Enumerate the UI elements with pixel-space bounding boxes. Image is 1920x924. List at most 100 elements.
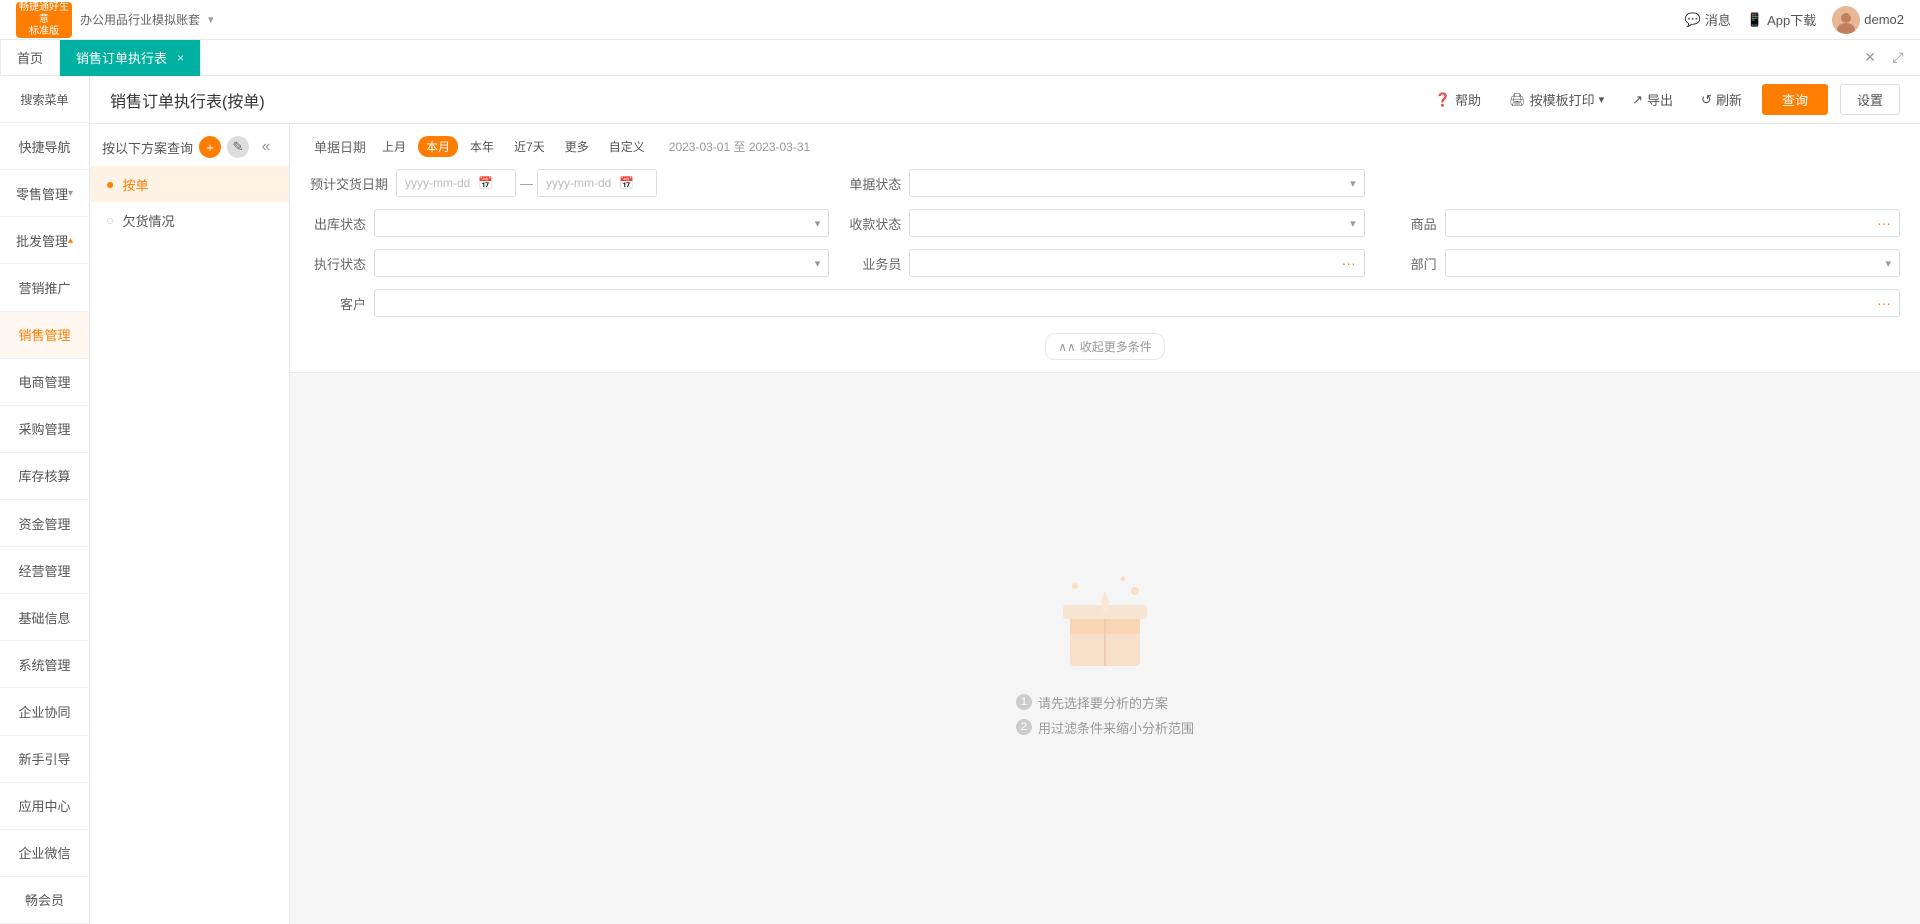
sidebar-item-operation[interactable]: 经营管理 bbox=[0, 547, 89, 594]
salesman-item: 业务员 ··· bbox=[845, 249, 1364, 277]
filter-row-3: 执行状态 ▾ 业务员 ··· bbox=[310, 249, 1900, 277]
logo-text: 畅捷通好生意标准版 bbox=[16, 2, 72, 38]
window-close-button[interactable]: ✕ bbox=[1860, 48, 1880, 68]
left-panel-icons: + ✎ « bbox=[199, 136, 277, 158]
sidebar-item-wholesale[interactable]: 批发管理 ▴ bbox=[0, 217, 89, 264]
sidebar-item-enterprise-wechat[interactable]: 企业微信 bbox=[0, 830, 89, 877]
left-panel: 按以下方案查询 + ✎ « ● 按单 bbox=[90, 124, 290, 924]
edit-scheme-button[interactable]: ✎ bbox=[227, 136, 249, 158]
sidebar-item-quick-nav[interactable]: 快捷导航 bbox=[0, 123, 89, 170]
empty-illustration bbox=[1045, 561, 1165, 681]
filter-row-4: 客户 ··· bbox=[310, 289, 1900, 317]
sidebar-item-member[interactable]: 畅会员 bbox=[0, 877, 89, 924]
receive-status-select[interactable]: ▾ bbox=[909, 209, 1364, 237]
tab-home[interactable]: 首页 bbox=[0, 40, 60, 76]
sidebar-item-enterprise-collab[interactable]: 企业协同 bbox=[0, 688, 89, 735]
scheme-inactive-icon: ○ bbox=[106, 212, 114, 228]
expected-date-end-input[interactable]: yyyy-mm-dd 📅 bbox=[537, 169, 657, 197]
customer-input[interactable]: ··· bbox=[374, 289, 1900, 317]
out-status-select[interactable]: ▾ bbox=[374, 209, 829, 237]
date-tab-last-month[interactable]: 上月 bbox=[374, 136, 414, 157]
add-scheme-button[interactable]: + bbox=[199, 136, 221, 158]
goods-item: 商品 ··· bbox=[1381, 209, 1900, 237]
date-tab-7days[interactable]: 近7天 bbox=[506, 136, 553, 157]
app-title-arrow-icon[interactable]: ▾ bbox=[208, 13, 214, 26]
dept-label: 部门 bbox=[1381, 254, 1437, 273]
query-button[interactable]: 查询 bbox=[1762, 84, 1828, 115]
customer-more-icon: ··· bbox=[1877, 295, 1891, 311]
sidebar-item-search[interactable]: 搜索菜单 bbox=[0, 76, 89, 123]
out-status-label: 出库状态 bbox=[310, 214, 366, 233]
sidebar-item-basic-info[interactable]: 基础信息 bbox=[0, 594, 89, 641]
export-button[interactable]: ↗ 导出 bbox=[1624, 86, 1681, 113]
tab-sales-order-exec[interactable]: 销售订单执行表 × bbox=[60, 40, 201, 76]
out-status-arrow-icon: ▾ bbox=[815, 217, 821, 230]
sidebar-item-app-center[interactable]: 应用中心 bbox=[0, 783, 89, 830]
sidebar-item-finance[interactable]: 资金管理 bbox=[0, 500, 89, 547]
sidebar-item-inventory[interactable]: 库存核算 bbox=[0, 453, 89, 500]
exec-status-select[interactable]: ▾ bbox=[374, 249, 829, 277]
goods-input[interactable]: ··· bbox=[1445, 209, 1900, 237]
date-tab-custom[interactable]: 自定义 bbox=[601, 136, 653, 157]
scheme-item-shortage[interactable]: ○ 欠货情况 bbox=[90, 202, 289, 238]
settings-button[interactable]: 设置 bbox=[1840, 84, 1900, 115]
export-icon: ↗ bbox=[1632, 92, 1643, 108]
refresh-label: 刷新 bbox=[1716, 90, 1742, 109]
chevron-up-icon: ▴ bbox=[68, 235, 73, 246]
help-label: 帮助 bbox=[1455, 90, 1481, 109]
expected-date-start-input[interactable]: yyyy-mm-dd 📅 bbox=[396, 169, 516, 197]
app-download-button[interactable]: 📱 App下载 bbox=[1747, 10, 1816, 29]
export-label: 导出 bbox=[1647, 90, 1673, 109]
receive-status-item: 收款状态 ▾ bbox=[845, 209, 1364, 237]
edit-icon: ✎ bbox=[233, 139, 244, 155]
body-area: 按以下方案查询 + ✎ « ● 按单 bbox=[90, 124, 1920, 924]
sidebar-item-ecommerce[interactable]: 电商管理 bbox=[0, 359, 89, 406]
sidebar-item-retail[interactable]: 零售管理 ▾ bbox=[0, 170, 89, 217]
collapse-conditions-button[interactable]: ∧∧ 收起更多条件 bbox=[1045, 333, 1165, 360]
refresh-icon: ↺ bbox=[1701, 92, 1712, 108]
page-title: 销售订单执行表(按单) bbox=[110, 88, 265, 112]
date-tab-this-month[interactable]: 本月 bbox=[418, 136, 458, 157]
left-panel-title: 按以下方案查询 bbox=[102, 138, 193, 157]
sidebar-item-system[interactable]: 系统管理 bbox=[0, 641, 89, 688]
message-button[interactable]: 💬 消息 bbox=[1685, 10, 1731, 29]
tab-sales-order-exec-label: 销售订单执行表 bbox=[76, 48, 167, 67]
sidebar-item-marketing[interactable]: 营销推广 bbox=[0, 264, 89, 311]
dept-select[interactable]: ▾ bbox=[1445, 249, 1900, 277]
date-tab-this-year[interactable]: 本年 bbox=[462, 136, 502, 157]
goods-label: 商品 bbox=[1381, 214, 1437, 233]
user-label: demo2 bbox=[1864, 12, 1904, 27]
salesman-input[interactable]: ··· bbox=[909, 249, 1364, 277]
date-start-placeholder: yyyy-mm-dd bbox=[405, 176, 470, 190]
nav-tabs: 首页 销售订单执行表 × ✕ ⤢ bbox=[0, 40, 1920, 76]
page-header: 销售订单执行表(按单) ❓ 帮助 🖨 按模板打印 ↗ 导出 ↺ 刷新 bbox=[90, 76, 1920, 124]
out-status-item: 出库状态 ▾ bbox=[310, 209, 829, 237]
scheme-item-by-order[interactable]: ● 按单 bbox=[90, 166, 289, 202]
sidebar-item-new-guide[interactable]: 新手引导 bbox=[0, 736, 89, 783]
collapse-up-icon: ∧∧ bbox=[1058, 340, 1076, 354]
app-title: 办公用品行业模拟账套 bbox=[80, 11, 200, 28]
window-maximize-button[interactable]: ⤢ bbox=[1888, 48, 1908, 68]
collapse-bar: ∧∧ 收起更多条件 bbox=[310, 325, 1900, 368]
empty-tips: 1 请先选择要分析的方案 2 用过滤条件来缩小分析范围 bbox=[1016, 693, 1194, 737]
salesman-label: 业务员 bbox=[845, 254, 901, 273]
help-button[interactable]: ❓ 帮助 bbox=[1427, 86, 1489, 113]
collapse-conditions-label: 收起更多条件 bbox=[1080, 338, 1152, 355]
tip-text-2: 用过滤条件来缩小分析范围 bbox=[1038, 718, 1194, 737]
collapse-panel-button[interactable]: « bbox=[255, 136, 277, 158]
print-button[interactable]: 🖨 按模板打印 bbox=[1501, 86, 1612, 113]
filter-row-2: 出库状态 ▾ 收款状态 ▾ bbox=[310, 209, 1900, 237]
sidebar-item-sales[interactable]: 销售管理 bbox=[0, 312, 89, 359]
print-label: 按模板打印 bbox=[1530, 90, 1595, 109]
sidebar-item-purchase[interactable]: 采购管理 bbox=[0, 406, 89, 453]
scheme-item-shortage-label: 欠货情况 bbox=[122, 211, 174, 230]
scheme-item-by-order-label: 按单 bbox=[122, 175, 148, 194]
date-tab-more[interactable]: 更多 bbox=[557, 136, 597, 157]
refresh-button[interactable]: ↺ 刷新 bbox=[1693, 86, 1750, 113]
tab-close-button[interactable]: × bbox=[177, 51, 184, 65]
customer-label: 客户 bbox=[310, 294, 366, 313]
main-layout: 搜索菜单 快捷导航 零售管理 ▾ 批发管理 ▴ 营销推广 销售管理 电商管理 采… bbox=[0, 76, 1920, 924]
user-profile[interactable]: demo2 bbox=[1832, 6, 1904, 34]
order-status-select[interactable]: ▾ bbox=[909, 169, 1364, 197]
page-actions: ❓ 帮助 🖨 按模板打印 ↗ 导出 ↺ 刷新 查询 设置 bbox=[1427, 84, 1900, 115]
